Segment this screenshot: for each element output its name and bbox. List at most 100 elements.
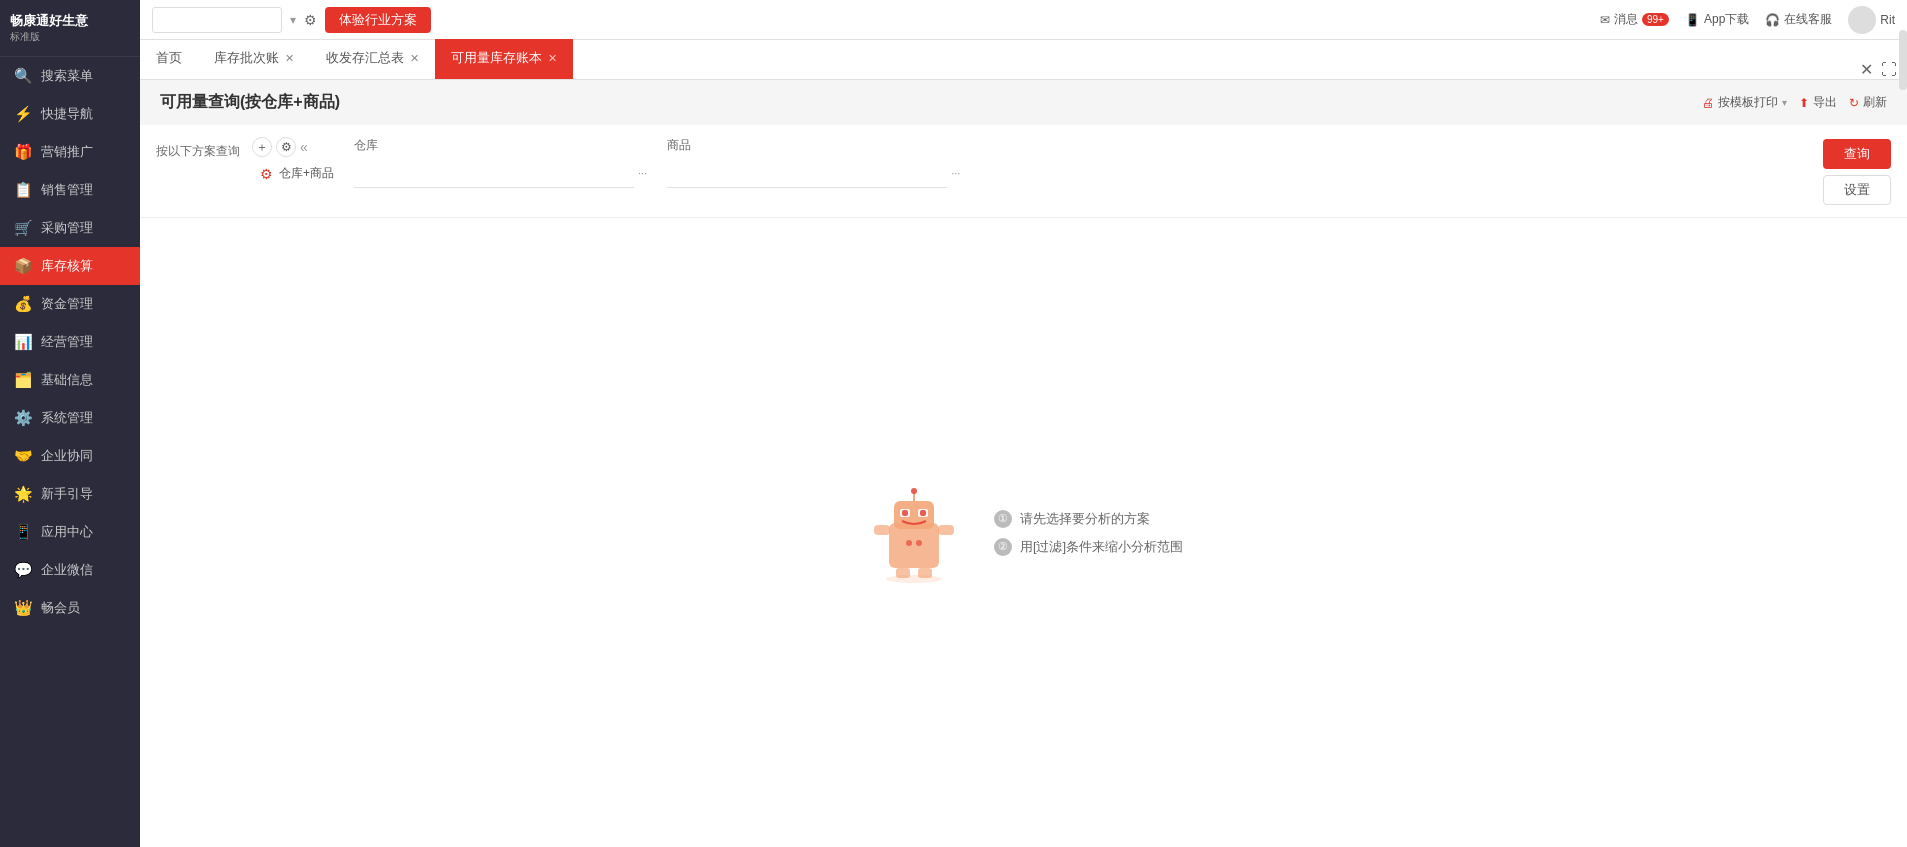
tab-batch-account[interactable]: 库存批次账✕ (198, 39, 310, 79)
export-button[interactable]: ⬆ 导出 (1799, 94, 1837, 111)
filter-bar: 按以下方案查询 ＋ ⚙ « ⚙ 仓库+商品 仓库 ··· (140, 125, 1907, 218)
svg-rect-10 (874, 525, 890, 535)
trial-industry-button[interactable]: 体验行业方案 (325, 7, 431, 33)
sidebar-icon-shortcut: ⚡ (14, 105, 33, 123)
sidebar-item-operation[interactable]: 📊经营管理 (0, 323, 140, 361)
sidebar-item-appstore[interactable]: 📱应用中心 (0, 513, 140, 551)
filter-scheme-list: ＋ ⚙ « ⚙ 仓库+商品 (252, 137, 342, 186)
topbar-chevron-icon[interactable]: ▾ (290, 13, 296, 27)
sidebar-label-system: 系统管理 (41, 409, 93, 427)
app-name: 畅康通好生意 (10, 12, 130, 30)
tabbar: 首页库存批次账✕收发存汇总表✕ 可用量库存账本 ✕ ✕ ⛶ (140, 40, 1907, 80)
print-icon: 🖨 (1702, 96, 1714, 110)
app-download-button[interactable]: 📱 App下载 (1685, 11, 1749, 28)
page-title: 可用量查询(按仓库+商品) (160, 92, 340, 113)
warehouse-more-button[interactable]: ··· (638, 167, 647, 179)
sidebar-item-shortcut[interactable]: ⚡ 快捷导航 (0, 95, 140, 133)
sidebar-label-shortcut: 快捷导航 (41, 105, 93, 123)
sidebar-icon-finance: 💰 (14, 295, 33, 313)
topbar-search-input[interactable] (152, 7, 282, 33)
sidebar-label-finance: 资金管理 (41, 295, 93, 313)
scheme-item-warehouse-product[interactable]: ⚙ 仓库+商品 (252, 161, 342, 186)
empty-hints: ① 请先选择要分析的方案 ② 用[过滤]条件来缩小分析范围 (994, 510, 1183, 556)
hint-text-1: 请先选择要分析的方案 (1020, 510, 1150, 528)
app-sub: 标准版 (10, 30, 130, 44)
warehouse-input[interactable] (354, 158, 634, 188)
app-download-label: App下载 (1704, 11, 1749, 28)
sidebar-item-marketing[interactable]: 🎁 营销推广 (0, 133, 140, 171)
print-chevron-icon[interactable]: ▾ (1782, 97, 1787, 108)
add-scheme-button[interactable]: ＋ (252, 137, 272, 157)
refresh-button[interactable]: ↻ 刷新 (1849, 94, 1887, 111)
settings-scheme-button[interactable]: ⚙ (276, 137, 296, 157)
hint-num-1: ① (994, 510, 1012, 528)
filter-fields: 仓库 ··· 商品 ··· (354, 137, 1811, 188)
sidebar-item-system[interactable]: ⚙️系统管理 (0, 399, 140, 437)
sidebar-label-inventory: 库存核算 (41, 257, 93, 275)
refresh-icon: ↻ (1849, 96, 1859, 110)
empty-robot-illustration (864, 483, 964, 583)
query-button[interactable]: 查询 (1823, 139, 1891, 169)
hint-num-2: ② (994, 538, 1012, 556)
tab-close-collect-summary[interactable]: ✕ (410, 52, 419, 65)
print-label: 按模板打印 (1718, 94, 1778, 111)
user-area[interactable]: Rit (1848, 6, 1895, 34)
page-header: 可用量查询(按仓库+商品) 🖨 按模板打印 ▾ ⬆ 导出 ↻ 刷新 (140, 80, 1907, 125)
sidebar-item-finance[interactable]: 💰 资金管理 (0, 285, 140, 323)
tab-collect-summary[interactable]: 收发存汇总表✕ (310, 39, 435, 79)
tab-available-inventory[interactable]: 可用量库存账本 ✕ (435, 39, 573, 79)
sidebar-icon-enterprise: 🤝 (14, 447, 33, 465)
warehouse-label: 仓库 (354, 137, 647, 154)
collapse-icon[interactable]: « (300, 139, 308, 155)
sidebar-item-member[interactable]: 👑 畅会员 (0, 589, 140, 627)
tab-label-available-inventory: 可用量库存账本 (451, 49, 542, 67)
scheme-item-label: 仓库+商品 (279, 165, 334, 182)
sidebar-icon-appstore: 📱 (14, 523, 33, 541)
empty-state-content: ① 请先选择要分析的方案 ② 用[过滤]条件来缩小分析范围 (864, 483, 1183, 583)
product-more-button[interactable]: ··· (951, 167, 960, 179)
settings-button[interactable]: 设置 (1823, 175, 1891, 205)
message-button[interactable]: ✉ 消息 99+ (1600, 11, 1669, 28)
sidebar-item-wechat[interactable]: 💬企业微信 (0, 551, 140, 589)
online-service-button[interactable]: 🎧 在线客服 (1765, 11, 1832, 28)
sidebar-icon-wechat: 💬 (14, 561, 33, 579)
sidebar-item-newbie[interactable]: 🌟新手引导 (0, 475, 140, 513)
sidebar-icon-marketing: 🎁 (14, 143, 33, 161)
user-label: Rit (1880, 13, 1895, 27)
sidebar-label-basics: 基础信息 (41, 371, 93, 389)
sidebar-item-search[interactable]: 🔍搜索菜单 (0, 57, 140, 95)
sidebar-label-marketing: 营销推广 (41, 143, 93, 161)
sidebar-item-purchase[interactable]: 🛒采购管理 (0, 209, 140, 247)
sidebar-item-sales[interactable]: 📋 销售管理 (0, 171, 140, 209)
sidebar-item-enterprise[interactable]: 🤝企业协同 (0, 437, 140, 475)
warehouse-field: 仓库 ··· (354, 137, 647, 188)
content-area: 按以下方案查询 ＋ ⚙ « ⚙ 仓库+商品 仓库 ··· (140, 125, 1907, 847)
sidebar-label-sales: 销售管理 (41, 181, 93, 199)
sidebar-icon-sales: 📋 (14, 181, 33, 199)
sidebar-icon-operation: 📊 (14, 333, 33, 351)
tab-close-available-inventory[interactable]: ✕ (548, 52, 557, 65)
sidebar-label-purchase: 采购管理 (41, 219, 93, 237)
sidebar-label-member: 畅会员 (41, 599, 80, 617)
sidebar-icon-member: 👑 (14, 599, 33, 617)
product-input[interactable] (667, 158, 947, 188)
sidebar-item-basics[interactable]: 🗂️基础信息 (0, 361, 140, 399)
empty-state: ① 请先选择要分析的方案 ② 用[过滤]条件来缩小分析范围 (140, 218, 1907, 847)
empty-hint-2: ② 用[过滤]条件来缩小分析范围 (994, 538, 1183, 556)
svg-point-7 (911, 488, 917, 494)
filter-scheme-header: ＋ ⚙ « (252, 137, 342, 157)
topbar-gear-icon[interactable]: ⚙ (304, 12, 317, 28)
print-button[interactable]: 🖨 按模板打印 ▾ (1702, 94, 1787, 111)
sidebar-item-inventory[interactable]: 📦库存核算 (0, 247, 140, 285)
sidebar-scroll: 🔍搜索菜单 ⚡ 快捷导航 🎁 营销推广 📋 销售管理 🛒采购管理📦库存核算 💰 资金管理 📊经营管理… (0, 57, 140, 847)
svg-rect-5 (920, 510, 926, 516)
svg-rect-11 (938, 525, 954, 535)
online-service-icon: 🎧 (1765, 13, 1780, 27)
tab-close-batch-account[interactable]: ✕ (285, 52, 294, 65)
tab-home[interactable]: 首页 (140, 39, 198, 79)
export-icon: ⬆ (1799, 96, 1809, 110)
close-tab-icon[interactable]: ✕ (1860, 60, 1873, 79)
maximize-icon[interactable]: ⛶ (1881, 61, 1897, 79)
message-icon: ✉ (1600, 13, 1610, 27)
product-label: 商品 (667, 137, 960, 154)
